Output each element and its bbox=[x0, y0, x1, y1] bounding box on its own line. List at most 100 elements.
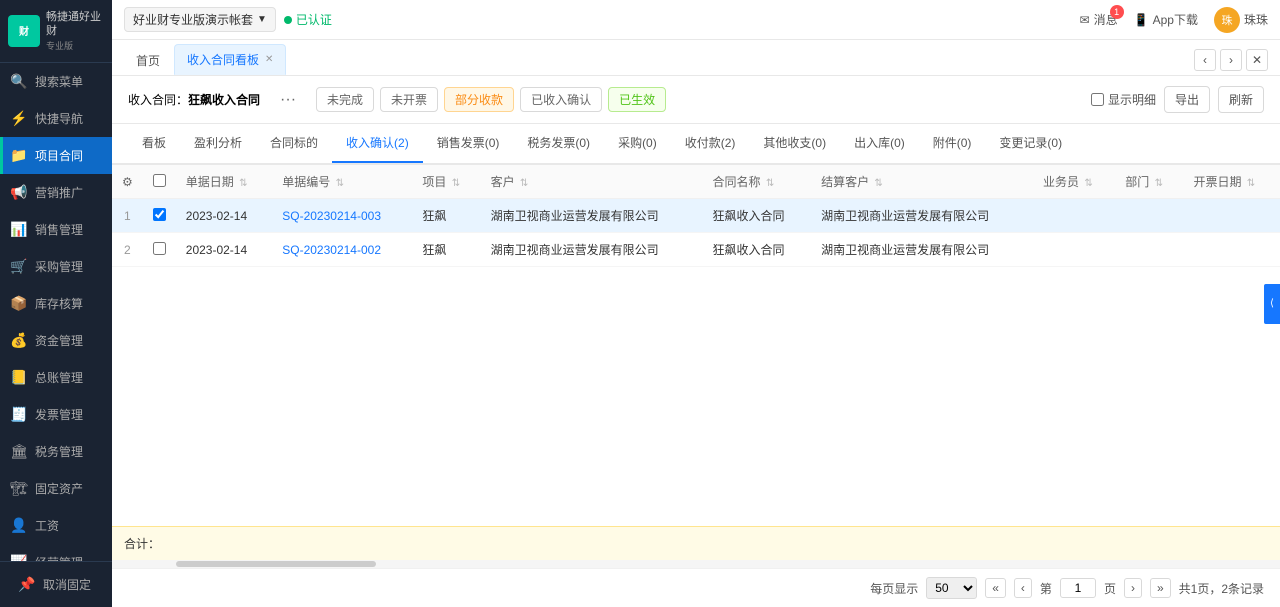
tab-nav-change-log[interactable]: 变更记录(0) bbox=[985, 124, 1076, 163]
page-number-input[interactable] bbox=[1060, 578, 1096, 598]
page-unit: 页 bbox=[1104, 580, 1116, 597]
tab-close-icon[interactable]: ✕ bbox=[265, 54, 273, 65]
total-label: 合计： bbox=[124, 535, 160, 552]
tab-nav-prev-button[interactable]: ‹ bbox=[1194, 49, 1216, 71]
sidebar-item-fixed-assets[interactable]: 🏗 固定资产 bbox=[0, 470, 112, 507]
status-uninvoiced-btn[interactable]: 未开票 bbox=[380, 87, 438, 112]
contract-header: 收入合同：狂飙收入合同 ··· 未完成 未开票 部分收款 已收入确认 已生效 显… bbox=[112, 76, 1280, 124]
receipt-icon: 🧾 bbox=[11, 406, 27, 422]
sidebar-item-label: 采购管理 bbox=[35, 258, 83, 275]
home-label: 首页 bbox=[136, 52, 160, 69]
tab-nav-purchase[interactable]: 采购(0) bbox=[604, 124, 671, 163]
sidebar-item-quick-nav[interactable]: ⚡ 快捷导航 bbox=[0, 100, 112, 137]
tab-nav-next-button[interactable]: › bbox=[1220, 49, 1242, 71]
sort-icon[interactable]: ⇅ bbox=[1084, 178, 1092, 189]
sort-icon[interactable]: ⇅ bbox=[1155, 178, 1163, 189]
status-partial-payment-btn[interactable]: 部分收款 bbox=[444, 87, 514, 112]
sidebar-item-operation[interactable]: 📈 经营管理 bbox=[0, 544, 112, 561]
show-detail-label[interactable]: 显示明细 bbox=[1091, 91, 1156, 108]
sidebar-item-search[interactable]: 🔍 搜索菜单 bbox=[0, 63, 112, 100]
refresh-button[interactable]: 刷新 bbox=[1218, 86, 1264, 113]
sort-icon[interactable]: ⇅ bbox=[874, 178, 882, 189]
unpin-button[interactable]: 📌 取消固定 bbox=[8, 570, 104, 599]
pagination: 每页显示 50 10 20 100 « ‹ 第 页 › » 共1页，2条记录 bbox=[112, 568, 1280, 607]
row-project-2: 狂飙 bbox=[412, 233, 480, 267]
sidebar-item-purchase[interactable]: 🛒 采购管理 bbox=[0, 248, 112, 285]
tab-nav-revenue-confirm[interactable]: 收入确认(2) bbox=[332, 124, 423, 163]
row-order-1: SQ-20230214-003 bbox=[272, 199, 412, 233]
per-page-select[interactable]: 50 10 20 100 bbox=[926, 577, 977, 599]
megaphone-icon: 📢 bbox=[11, 184, 27, 200]
tab-nav-tax-invoice[interactable]: 税务发票(0) bbox=[513, 124, 604, 163]
sort-icon[interactable]: ⇅ bbox=[520, 178, 528, 189]
table-row[interactable]: 2 2023-02-14 SQ-20230214-002 狂飙 湖南卫视商业运营… bbox=[112, 233, 1280, 267]
tab-nav-in-out-warehouse[interactable]: 出入库(0) bbox=[840, 124, 919, 163]
settings-column-header[interactable]: ⚙ bbox=[112, 165, 143, 199]
row-salesperson-1 bbox=[1033, 199, 1115, 233]
col-header-department: 部门 ⇅ bbox=[1115, 165, 1183, 199]
row-checkbox-1[interactable] bbox=[143, 199, 176, 233]
message-button[interactable]: ✉ 消息 1 bbox=[1080, 11, 1118, 28]
contract-actions: 显示明细 导出 刷新 bbox=[1091, 86, 1264, 113]
sort-icon[interactable]: ⇅ bbox=[766, 178, 774, 189]
col-header-project: 项目 ⇅ bbox=[412, 165, 480, 199]
page-label: 第 bbox=[1040, 580, 1052, 597]
col-header-invoice-date: 开票日期 ⇅ bbox=[1183, 165, 1280, 199]
total-row: 合计： bbox=[112, 526, 1280, 560]
scrollbar-thumb[interactable] bbox=[176, 561, 376, 567]
sidebar-item-invoice[interactable]: 🧾 发票管理 bbox=[0, 396, 112, 433]
tab-nav-contract-subject[interactable]: 合同标的 bbox=[256, 124, 332, 163]
tab-close-all-button[interactable]: ✕ bbox=[1246, 49, 1268, 71]
select-all-checkbox[interactable] bbox=[153, 174, 166, 187]
right-panel-expand-button[interactable]: ⟨ bbox=[1264, 284, 1280, 324]
more-options-button[interactable]: ··· bbox=[272, 87, 304, 113]
sidebar-item-project-contract[interactable]: 📁 项目合同 bbox=[0, 137, 112, 174]
table-row[interactable]: 1 2023-02-14 SQ-20230214-003 狂飙 湖南卫视商业运营… bbox=[112, 199, 1280, 233]
sidebar-item-marketing[interactable]: 📢 营销推广 bbox=[0, 174, 112, 211]
sort-icon[interactable]: ⇅ bbox=[239, 178, 247, 189]
tab-nav-sales-invoice[interactable]: 销售发票(0) bbox=[423, 124, 514, 163]
tab-contract-board[interactable]: 收入合同看板 ✕ bbox=[174, 44, 286, 75]
tab-home[interactable]: 首页 bbox=[124, 46, 172, 75]
sort-icon[interactable]: ⇅ bbox=[1247, 178, 1255, 189]
tab-nav-board[interactable]: 看板 bbox=[128, 124, 180, 163]
sidebar-item-sales[interactable]: 📊 销售管理 bbox=[0, 211, 112, 248]
prev-page-button[interactable]: ‹ bbox=[1014, 578, 1032, 598]
tabs-nav: 看板 盈利分析 合同标的 收入确认(2) 销售发票(0) 税务发票(0) 采购(… bbox=[112, 124, 1280, 164]
order-link-1[interactable]: SQ-20230214-003 bbox=[282, 209, 381, 223]
user-menu[interactable]: 珠 珠珠 bbox=[1214, 7, 1268, 33]
next-page-button[interactable]: › bbox=[1124, 578, 1142, 598]
last-page-button[interactable]: » bbox=[1150, 578, 1171, 598]
export-button[interactable]: 导出 bbox=[1164, 86, 1210, 113]
status-incomplete-btn[interactable]: 未完成 bbox=[316, 87, 374, 112]
tab-nav-profit[interactable]: 盈利分析 bbox=[180, 124, 256, 163]
sidebar-item-capital[interactable]: 💰 资金管理 bbox=[0, 322, 112, 359]
row-department-2 bbox=[1115, 233, 1183, 267]
sort-icon[interactable]: ⇅ bbox=[336, 178, 344, 189]
table-wrapper[interactable]: ⚙ 单据日期 ⇅ 单据编号 ⇅ bbox=[112, 165, 1280, 526]
status-effective-btn[interactable]: 已生效 bbox=[608, 87, 666, 112]
row-checkbox-2[interactable] bbox=[143, 233, 176, 267]
tab-nav-payment[interactable]: 收付款(2) bbox=[671, 124, 750, 163]
order-link-2[interactable]: SQ-20230214-002 bbox=[282, 243, 381, 257]
first-page-button[interactable]: « bbox=[985, 578, 1006, 598]
sidebar-item-hr[interactable]: 👤 工资 bbox=[0, 507, 112, 544]
app-download-button[interactable]: 📱 App下载 bbox=[1134, 11, 1198, 28]
row-salesperson-2 bbox=[1033, 233, 1115, 267]
horizontal-scrollbar[interactable] bbox=[112, 560, 1280, 568]
tab-nav-attachments[interactable]: 附件(0) bbox=[919, 124, 986, 163]
sidebar-item-tax[interactable]: 🏛 税务管理 bbox=[0, 433, 112, 470]
sort-icon[interactable]: ⇅ bbox=[452, 178, 460, 189]
chevron-down-icon: ▼ bbox=[257, 14, 267, 25]
row-contract-1: 狂飙收入合同 bbox=[702, 199, 811, 233]
tab-nav-other-income[interactable]: 其他收支(0) bbox=[749, 124, 840, 163]
sidebar-item-general-ledger[interactable]: 📒 总账管理 bbox=[0, 359, 112, 396]
show-detail-checkbox[interactable] bbox=[1091, 93, 1104, 106]
sidebar-item-label: 固定资产 bbox=[35, 480, 83, 497]
row-project-1: 狂飙 bbox=[412, 199, 480, 233]
company-selector[interactable]: 好业财专业版演示帐套 ▼ bbox=[124, 7, 276, 32]
sidebar-item-inventory[interactable]: 📦 库存核算 bbox=[0, 285, 112, 322]
status-revenue-recognized-btn[interactable]: 已收入确认 bbox=[520, 87, 602, 112]
checkbox-column-header[interactable] bbox=[143, 165, 176, 199]
total-records: 共1页，2条记录 bbox=[1179, 580, 1264, 597]
